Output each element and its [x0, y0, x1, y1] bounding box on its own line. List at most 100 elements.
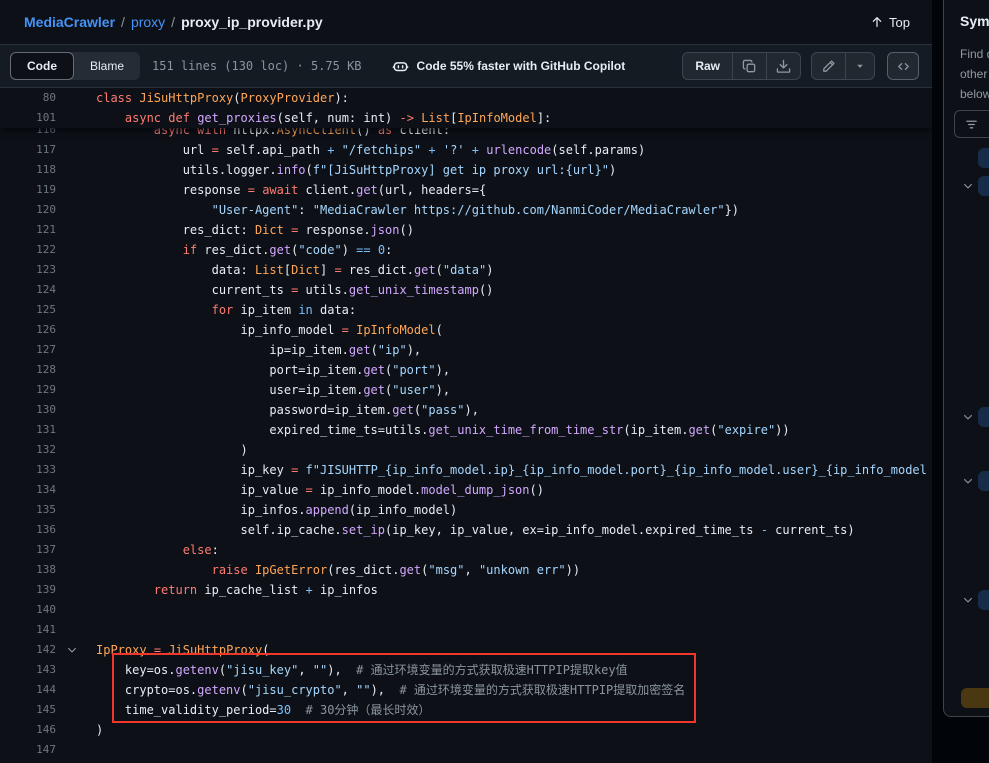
- symbols-panel-title: Symbols: [960, 13, 989, 29]
- edit-file-button[interactable]: [812, 53, 845, 79]
- line-number[interactable]: 132: [0, 440, 56, 460]
- code-line-text: time_validity_period=30 # 30分钟（最长时效）: [96, 700, 430, 720]
- code-line: 133 ip_key = f"JISUHTTP_{ip_info_model.i…: [0, 460, 932, 480]
- code-line: 122 if res_dict.get("code") == 0:: [0, 240, 932, 260]
- line-number[interactable]: 123: [0, 260, 56, 280]
- raw-button[interactable]: Raw: [683, 53, 732, 79]
- code-line: 135 ip_infos.append(ip_info_model): [0, 500, 932, 520]
- symbol-expand-chevron-icon[interactable]: [962, 411, 974, 423]
- line-number[interactable]: 118: [0, 160, 56, 180]
- line-number[interactable]: 120: [0, 200, 56, 220]
- line-number[interactable]: 135: [0, 500, 56, 520]
- symbols-panel-toggle-button[interactable]: [887, 52, 919, 80]
- line-number[interactable]: 145: [0, 700, 56, 720]
- code-line-text: ): [96, 720, 103, 740]
- file-view-container: MediaCrawler/proxy/proxy_ip_provider.py …: [0, 0, 932, 763]
- line-number[interactable]: 127: [0, 340, 56, 360]
- line-number[interactable]: 147: [0, 740, 56, 760]
- code-blame-switcher: Code Blame: [10, 52, 140, 80]
- code-line-text: response = await client.get(url, headers…: [96, 180, 486, 200]
- line-number[interactable]: 141: [0, 620, 56, 640]
- breadcrumb-separator: /: [115, 14, 131, 30]
- line-number[interactable]: 119: [0, 180, 56, 200]
- symbol-expand-chevron-icon[interactable]: [962, 475, 974, 487]
- code-line-text: password=ip_item.get("pass"),: [96, 400, 479, 420]
- symbol-expand-chevron-icon[interactable]: [962, 594, 974, 606]
- line-number[interactable]: 122: [0, 240, 56, 260]
- description-line: Find definitions and references for func…: [960, 44, 989, 64]
- symbols-filter-input[interactable]: [954, 110, 989, 138]
- code-line: 118 utils.logger.info(f"[JiSuHttpProxy] …: [0, 160, 932, 180]
- code-line: 137 else:: [0, 540, 932, 560]
- symbol-item[interactable]: [978, 148, 989, 168]
- copy-icon: [742, 59, 757, 74]
- tab-blame[interactable]: Blame: [74, 59, 140, 73]
- code-line-text: expired_time_ts=utils.get_unix_time_from…: [96, 420, 790, 440]
- code-line-text: "User-Agent": "MediaCrawler https://gith…: [96, 200, 739, 220]
- code-symbols-icon: [896, 59, 911, 74]
- line-number[interactable]: 128: [0, 360, 56, 380]
- file-toolbar: Code Blame 151 lines (130 loc) · 5.75 KB…: [0, 44, 932, 88]
- line-number[interactable]: 137: [0, 540, 56, 560]
- symbol-item[interactable]: [978, 407, 989, 427]
- copilot-icon: [392, 58, 409, 75]
- code-line-text: ip=ip_item.get("ip"),: [96, 340, 421, 360]
- code-line: 143 key=os.getenv("jisu_key", ""), # 通过环…: [0, 660, 932, 680]
- line-number[interactable]: 140: [0, 600, 56, 620]
- line-number[interactable]: 131: [0, 420, 56, 440]
- fold-chevron-icon[interactable]: [66, 644, 78, 656]
- code-line: 117 url = self.api_path + "/fetchips" + …: [0, 140, 932, 160]
- code-line: 123 data: List[Dict] = res_dict.get("dat…: [0, 260, 932, 280]
- line-number[interactable]: 143: [0, 660, 56, 680]
- code-line-text: ): [96, 440, 248, 460]
- code-line: 136 self.ip_cache.set_ip(ip_key, ip_valu…: [0, 520, 932, 540]
- code-line-text: ip_info_model = IpInfoModel(: [96, 320, 443, 340]
- back-to-top-link[interactable]: Top: [870, 15, 910, 30]
- symbol-item[interactable]: [978, 176, 989, 196]
- line-number[interactable]: 101: [0, 108, 56, 128]
- symbol-item[interactable]: [978, 471, 989, 491]
- symbol-expand-chevron-icon[interactable]: [962, 180, 974, 192]
- code-line-text: key=os.getenv("jisu_key", ""), # 通过环境变量的…: [96, 660, 628, 680]
- code-line: 128 port=ip_item.get("port"),: [0, 360, 932, 380]
- breadcrumb-dir-link[interactable]: proxy: [131, 14, 165, 30]
- code-line-text: port=ip_item.get("port"),: [96, 360, 450, 380]
- line-number[interactable]: 134: [0, 480, 56, 500]
- code-line-text: for ip_item in data:: [96, 300, 356, 320]
- line-number[interactable]: 136: [0, 520, 56, 540]
- line-number[interactable]: 121: [0, 220, 56, 240]
- line-number[interactable]: 126: [0, 320, 56, 340]
- symbol-item[interactable]: [978, 590, 989, 610]
- breadcrumb-row: MediaCrawler/proxy/proxy_ip_provider.py …: [0, 0, 932, 44]
- edit-options-dropdown[interactable]: [845, 53, 874, 79]
- line-number[interactable]: 146: [0, 720, 56, 740]
- code-line-text: utils.logger.info(f"[JiSuHttpProxy] get …: [96, 160, 616, 180]
- line-number[interactable]: 130: [0, 400, 56, 420]
- copy-raw-button[interactable]: [732, 53, 766, 79]
- tab-code[interactable]: Code: [10, 52, 74, 80]
- code-line-text: async def get_proxies(self, num: int) ->…: [96, 108, 551, 128]
- line-number[interactable]: 80: [0, 88, 56, 108]
- symbol-item[interactable]: [961, 688, 989, 708]
- dropdown-caret-icon: [855, 61, 865, 71]
- edit-pencil-icon: [821, 59, 836, 74]
- download-raw-button[interactable]: [766, 53, 800, 79]
- code-line: 124 current_ts = utils.get_unix_timestam…: [0, 280, 932, 300]
- filter-icon: [964, 117, 979, 132]
- breadcrumb-repo-link[interactable]: MediaCrawler: [24, 14, 115, 30]
- line-number[interactable]: 125: [0, 300, 56, 320]
- line-number[interactable]: 129: [0, 380, 56, 400]
- line-number[interactable]: 117: [0, 140, 56, 160]
- line-number[interactable]: 124: [0, 280, 56, 300]
- line-number[interactable]: 144: [0, 680, 56, 700]
- code-line: 127 ip=ip_item.get("ip"),: [0, 340, 932, 360]
- line-number[interactable]: 139: [0, 580, 56, 600]
- code-line: 80class JiSuHttpProxy(ProxyProvider):: [0, 88, 932, 108]
- code-line: 131 expired_time_ts=utils.get_unix_time_…: [0, 420, 932, 440]
- line-number[interactable]: 138: [0, 560, 56, 580]
- description-line: other symbols in this file by clicking a…: [960, 64, 989, 84]
- breadcrumb-filename: proxy_ip_provider.py: [181, 14, 323, 30]
- line-number[interactable]: 142: [0, 640, 56, 660]
- line-number[interactable]: 133: [0, 460, 56, 480]
- copilot-banner[interactable]: Code 55% faster with GitHub Copilot: [392, 58, 626, 75]
